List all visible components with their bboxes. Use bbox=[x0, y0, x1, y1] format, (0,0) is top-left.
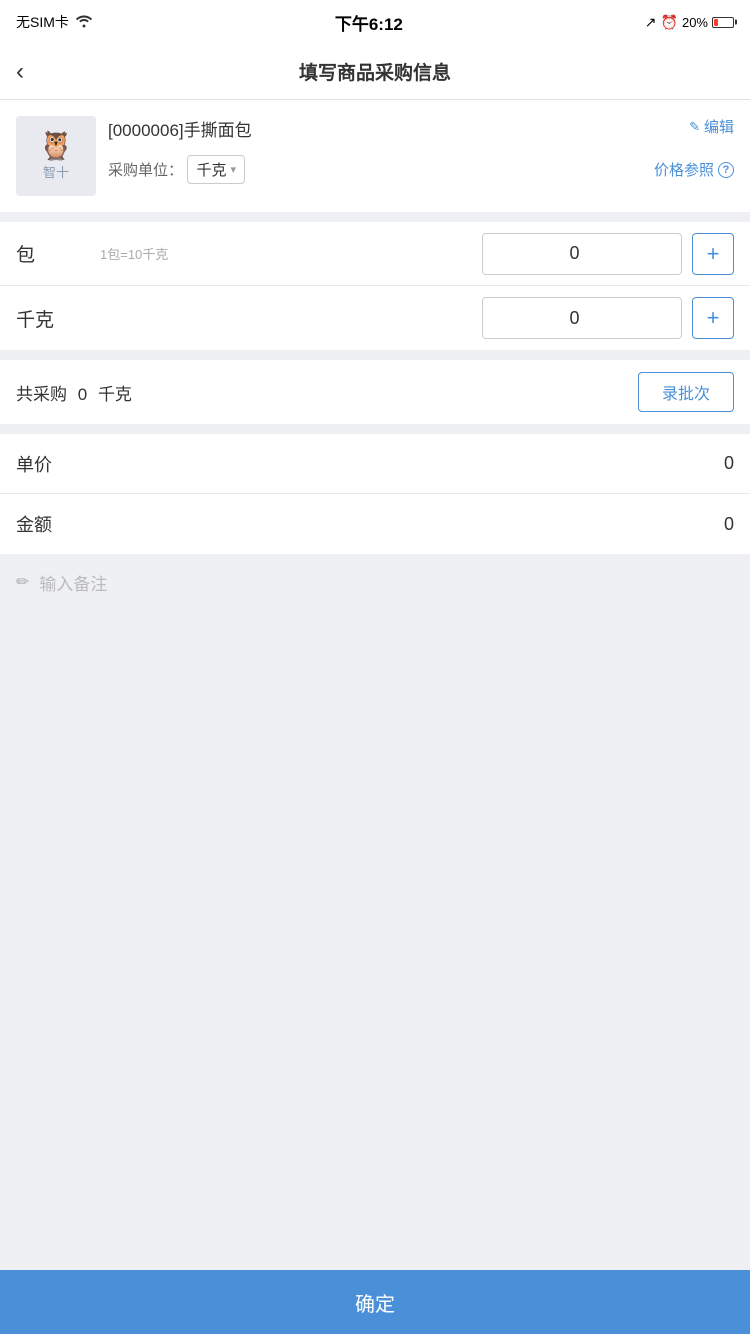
carrier-text: 无SIM卡 bbox=[16, 12, 69, 32]
summary-text: 共采购 0 千克 bbox=[16, 380, 132, 405]
edit-label: 编辑 bbox=[704, 116, 734, 137]
remark-section[interactable]: ✏ 输入备注 bbox=[0, 554, 750, 634]
unit-select[interactable]: 千克 ▾ bbox=[187, 155, 245, 184]
help-icon: ? bbox=[718, 162, 734, 178]
unit-price-label: 单价 bbox=[16, 451, 52, 477]
unit-price-row: 单价 0 bbox=[0, 434, 750, 494]
page-title: 填写商品采购信息 bbox=[299, 58, 451, 85]
divider-1 bbox=[0, 212, 750, 222]
kg-label: 千克 bbox=[16, 305, 96, 332]
confirm-button[interactable]: 确定 bbox=[0, 1270, 750, 1334]
summary-section: 共采购 0 千克 录批次 bbox=[0, 360, 750, 424]
divider-2 bbox=[0, 350, 750, 360]
status-right: ↗ ⏰ 20% bbox=[645, 14, 734, 31]
bottom-space bbox=[0, 634, 750, 1270]
main-content: 🦉 智十 [0000006]手撕面包 ✎ 编辑 采购单位： 千克 ▾ bbox=[0, 100, 750, 1334]
bag-sub-label: 1包=10千克 bbox=[100, 244, 168, 263]
kg-plus-button[interactable]: + bbox=[692, 297, 734, 339]
nav-bar: ‹ 填写商品采购信息 bbox=[0, 44, 750, 100]
kg-input-row: 千克 + bbox=[0, 286, 750, 350]
remark-placeholder: 输入备注 bbox=[39, 570, 107, 595]
product-card: 🦉 智十 [0000006]手撕面包 ✎ 编辑 采购单位： 千克 ▾ bbox=[0, 100, 750, 212]
price-amount-section: 单价 0 金额 0 bbox=[0, 434, 750, 554]
status-left: 无SIM卡 bbox=[16, 12, 93, 32]
status-time: 下午6:12 bbox=[335, 10, 403, 35]
confirm-label: 确定 bbox=[355, 1288, 395, 1317]
summary-suffix: 千克 bbox=[98, 385, 132, 404]
amount-value: 0 bbox=[724, 514, 734, 535]
input-section: 包 1包=10千克 + 千克 + bbox=[0, 222, 750, 350]
batch-record-button[interactable]: 录批次 bbox=[638, 372, 734, 412]
amount-label: 金额 bbox=[16, 511, 52, 537]
bag-quantity-input[interactable] bbox=[482, 233, 682, 275]
unit-price-value: 0 bbox=[724, 453, 734, 474]
amount-row: 金额 0 bbox=[0, 494, 750, 554]
unit-value: 千克 bbox=[196, 159, 226, 180]
product-info: [0000006]手撕面包 ✎ 编辑 采购单位： 千克 ▾ 价格参照 bbox=[108, 116, 734, 184]
edit-icon: ✎ bbox=[689, 119, 700, 135]
battery-indicator bbox=[712, 17, 734, 28]
edit-button[interactable]: ✎ 编辑 bbox=[689, 116, 734, 137]
bag-label: 包 bbox=[16, 240, 96, 267]
status-bar: 无SIM卡 下午6:12 ↗ ⏰ 20% bbox=[0, 0, 750, 44]
product-logo-icon: 🦉 bbox=[39, 132, 74, 160]
summary-prefix: 共采购 bbox=[16, 385, 67, 404]
battery-percent: 20% bbox=[682, 15, 708, 30]
bag-input-row: 包 1包=10千克 + bbox=[0, 222, 750, 286]
alarm-icon: ⏰ bbox=[661, 14, 678, 31]
summary-row: 共采购 0 千克 录批次 bbox=[0, 360, 750, 424]
divider-3 bbox=[0, 424, 750, 434]
back-button[interactable]: ‹ bbox=[16, 60, 24, 84]
kg-quantity-input[interactable] bbox=[482, 297, 682, 339]
location-icon: ↗ bbox=[645, 14, 657, 31]
wifi-icon bbox=[75, 14, 93, 31]
purchase-unit-label: 采购单位： bbox=[108, 162, 183, 179]
pencil-icon: ✏ bbox=[16, 572, 29, 592]
summary-amount: 0 bbox=[78, 385, 87, 404]
chevron-down-icon: ▾ bbox=[230, 163, 236, 176]
product-thumbnail: 🦉 智十 bbox=[16, 116, 96, 196]
product-logo-label: 智十 bbox=[39, 162, 74, 181]
price-ref-label: 价格参照 bbox=[654, 159, 714, 180]
bag-plus-button[interactable]: + bbox=[692, 233, 734, 275]
price-ref-button[interactable]: 价格参照 ? bbox=[654, 159, 734, 180]
product-name: [0000006]手撕面包 bbox=[108, 116, 689, 141]
